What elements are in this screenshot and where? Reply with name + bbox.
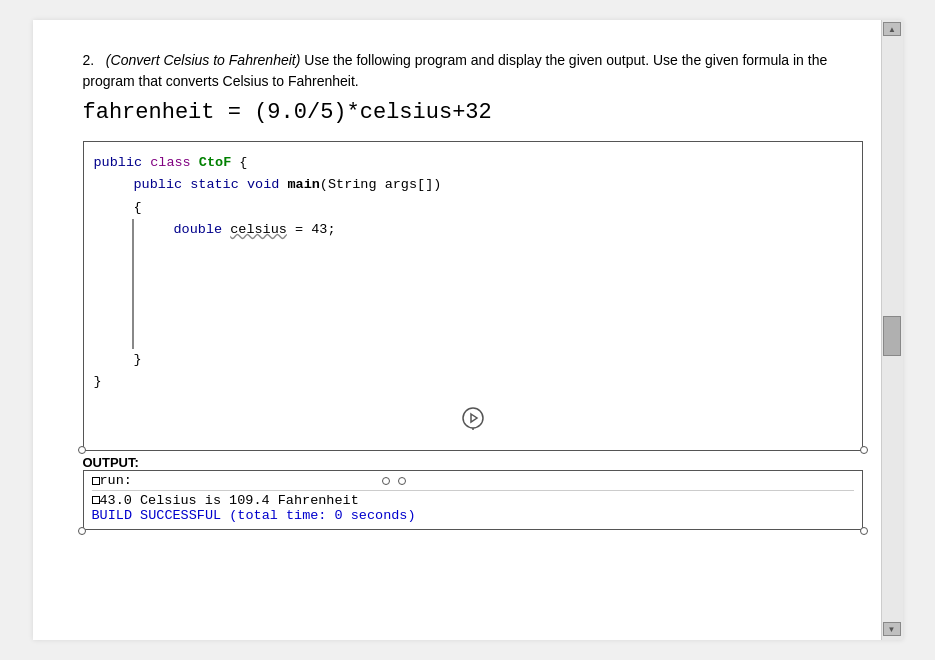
arrow-up-icon: ▲	[888, 25, 896, 34]
kw-void: void	[247, 174, 288, 196]
open-brace-2: {	[94, 197, 142, 219]
corner-br	[860, 527, 868, 535]
kw-public-1: public	[94, 152, 151, 174]
kw-class: class	[150, 152, 199, 174]
blank-line-1	[144, 241, 862, 268]
run-text: run:	[100, 473, 132, 488]
corner-bl	[78, 527, 86, 535]
problem-title: (Convert Celsius to Fahrenheit)	[106, 52, 301, 68]
close-brace-class: }	[94, 374, 102, 389]
code-inner-block: double celsius = 43;	[132, 219, 862, 349]
method-main: main	[287, 174, 319, 196]
output-result: 43.0 Celsius is 109.4 Fahrenheit	[92, 493, 854, 508]
code-line-3: {	[84, 197, 862, 219]
scrollbar-thumb[interactable]	[883, 316, 901, 356]
arrow-down-icon: ▼	[888, 625, 896, 634]
scrollbar-down[interactable]: ▼	[883, 622, 901, 636]
blank-line-3	[144, 295, 862, 322]
slider-area	[382, 477, 406, 485]
slider-right	[398, 477, 406, 485]
output-box: run: 43.0 Celsius is 109.4 Fahrenheit BU…	[83, 470, 863, 530]
run-icon	[461, 406, 485, 430]
output-build: BUILD SUCCESSFUL (total time: 0 seconds)	[92, 508, 854, 523]
open-brace-1: {	[231, 152, 247, 174]
code-line-5: }	[84, 349, 862, 371]
slider-left	[382, 477, 390, 485]
output-section: OUTPUT: run: 43.0 Celsius is 109.4 Fahre…	[83, 451, 863, 530]
run-icon-area	[461, 406, 485, 438]
code-line-1: public class CtoF {	[84, 152, 862, 174]
kw-public-2: public	[134, 174, 191, 196]
svg-point-0	[463, 408, 483, 428]
formula: fahrenheit = (9.0/5)*celsius+32	[83, 100, 863, 125]
problem-number: 2.	[83, 52, 95, 68]
corner-tr	[860, 446, 868, 454]
code-line-6: }	[84, 371, 862, 393]
cursor-block-2	[92, 496, 100, 504]
code-editor[interactable]: public class CtoF { public static void m…	[83, 141, 863, 451]
scrollbar-track[interactable]: ▲ ▼	[881, 20, 903, 640]
main-args: (String args[])	[320, 174, 442, 196]
corner-tl	[78, 446, 86, 454]
class-name: CtoF	[199, 152, 231, 174]
output-label: OUTPUT:	[83, 451, 863, 470]
cursor-block	[92, 477, 100, 485]
code-line-2: public static void main (String args[])	[84, 174, 862, 196]
result-text: 43.0 Celsius is 109.4 Fahrenheit	[100, 493, 359, 508]
page-container: 2. (Convert Celsius to Fahrenheit) Use t…	[33, 20, 903, 640]
kw-double: double	[174, 222, 231, 237]
output-run-line: run:	[92, 473, 854, 491]
scrollbar-up[interactable]: ▲	[883, 22, 901, 36]
blank-line-4	[144, 322, 862, 349]
problem-statement: 2. (Convert Celsius to Fahrenheit) Use t…	[83, 50, 863, 92]
close-brace-method: }	[134, 352, 142, 367]
assign-celsius: = 43;	[295, 222, 336, 237]
kw-static: static	[190, 174, 247, 196]
var-celsius: celsius	[230, 222, 287, 237]
blank-line-2	[144, 268, 862, 295]
code-line-4: double celsius = 43;	[144, 219, 862, 241]
